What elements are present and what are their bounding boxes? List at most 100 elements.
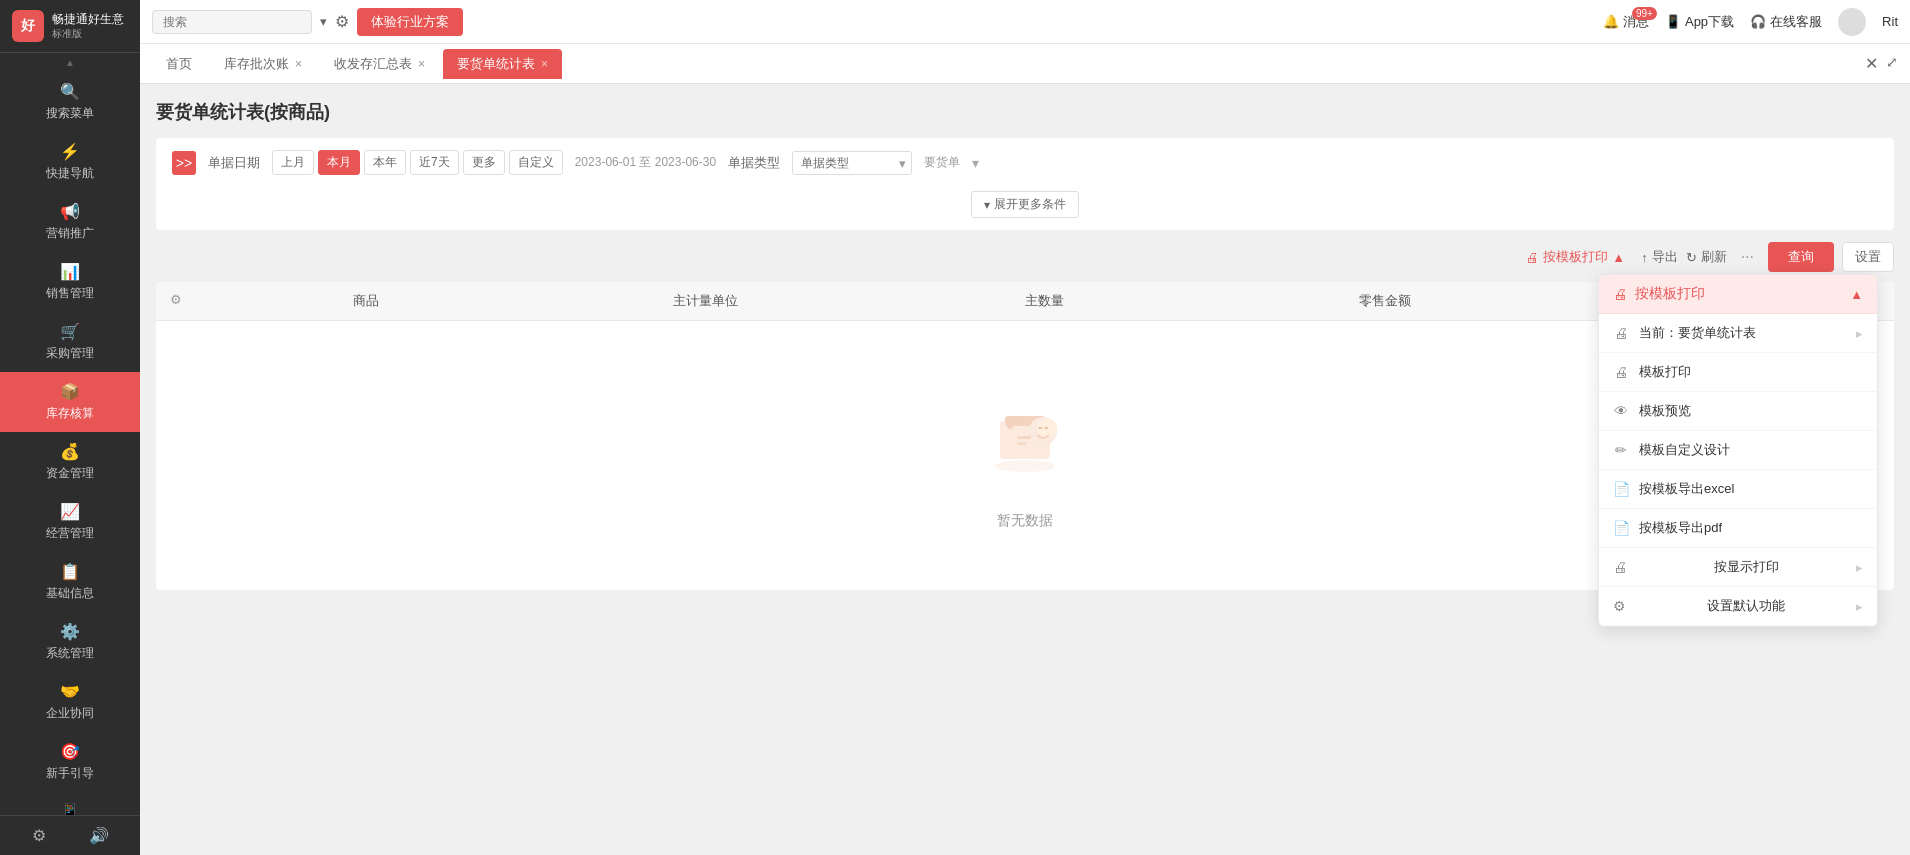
template-print-dropdown: 🖨 按模板打印 ▲ 🖨 当前：要货单统计表 ▸ 🖨 模板打印 👁 模板预览 [1598,274,1878,627]
sidebar-item-finance[interactable]: 💰 资金管理 [0,432,140,492]
template-print-button[interactable]: 🖨 按模板打印 ▲ [1518,243,1633,271]
tab-order-summary-close[interactable]: × [541,57,548,71]
sidebar-item-business[interactable]: 📈 经营管理 [0,492,140,552]
date-btn-7days[interactable]: 近7天 [410,150,459,175]
query-button[interactable]: 查询 [1768,242,1834,272]
date-btn-current[interactable]: 本月 [318,150,360,175]
scroll-up-arrow[interactable]: ▲ [65,57,75,68]
dropdown-default-func[interactable]: ⚙ 设置默认功能 ▸ [1599,587,1877,626]
tab-receipt-summary-close[interactable]: × [418,57,425,71]
dropdown-collapse-icon[interactable]: ▲ [1850,287,1863,302]
system-icon: ⚙️ [60,622,80,641]
th-unit: 主计量单位 [536,292,876,310]
guide-icon: 🎯 [60,742,80,761]
empty-illustration [975,381,1075,500]
default-func-arrow: ▸ [1856,599,1863,614]
tab-order-summary[interactable]: 要货单统计表 × [443,49,562,79]
tab-home[interactable]: 首页 [152,49,206,79]
expand-tab-button[interactable]: ⤢ [1886,54,1898,73]
inventory-icon: 📦 [60,382,80,401]
marketing-icon: 📢 [60,202,80,221]
sidebar-item-basic[interactable]: 📋 基础信息 [0,552,140,612]
purchase-icon: 🛒 [60,322,80,341]
close-all-tabs-button[interactable]: ✕ [1865,54,1878,73]
tab-inventory-batch[interactable]: 库存批次账 × [210,49,316,79]
template-design-icon: ✏ [1613,442,1629,458]
main-content: ▾ ⚙ 体验行业方案 🔔 消息 99+ 📱 App下载 🎧 在线客服 Rit 首… [140,0,1910,855]
svg-rect-5 [1017,436,1031,439]
dropdown-template-print[interactable]: 🖨 模板打印 [1599,353,1877,392]
type-select-wrap: 单据类型 [792,151,912,175]
sidebar-item-marketing[interactable]: 📢 营销推广 [0,192,140,252]
sales-icon: 📊 [60,262,80,281]
dropdown-template-preview[interactable]: 👁 模板预览 [1599,392,1877,431]
search-dropdown-icon[interactable]: ▾ [320,14,327,29]
svg-rect-6 [1017,442,1027,445]
dropdown-export-pdf[interactable]: 📄 按模板导出pdf [1599,509,1877,548]
column-settings-icon[interactable]: ⚙ [170,292,182,307]
app-download-button[interactable]: 📱 App下载 [1665,13,1734,31]
type-filter-label: 单据类型 [728,154,780,172]
user-avatar[interactable] [1838,8,1866,36]
export-pdf-icon: 📄 [1613,520,1629,536]
tab-receipt-summary[interactable]: 收发存汇总表 × [320,49,439,79]
sidebar-item-inventory[interactable]: 📦 库存核算 [0,372,140,432]
app-center-icon: 📱 [60,802,80,815]
finance-icon: 💰 [60,442,80,461]
settings-bottom-icon[interactable]: ⚙ [32,826,46,845]
sidebar-item-guide[interactable]: 🎯 新手引导 [0,732,140,792]
dropdown-current-template[interactable]: 🖨 当前：要货单统计表 ▸ [1599,314,1877,353]
dropdown-header: 🖨 按模板打印 ▲ [1599,275,1877,314]
dropdown-display-print[interactable]: 🖨 按显示打印 ▸ [1599,548,1877,587]
topbar-gear-icon[interactable]: ⚙ [335,12,349,31]
more-options-button[interactable]: ··· [1735,248,1760,266]
sidebar-item-search[interactable]: 🔍 搜索菜单 [0,72,140,132]
dropdown-template-design[interactable]: ✏ 模板自定义设计 [1599,431,1877,470]
date-btn-custom[interactable]: 自定义 [509,150,563,175]
type-select[interactable]: 单据类型 [792,151,912,175]
refresh-button[interactable]: ↻ 刷新 [1686,248,1727,266]
date-btn-more[interactable]: 更多 [463,150,505,175]
sidebar-item-collab[interactable]: 🤝 企业协同 [0,672,140,732]
refresh-icon: ↻ [1686,250,1697,265]
username-label[interactable]: Rit [1882,14,1898,29]
dropdown-printer-icon: 🖨 [1613,286,1627,302]
export-button[interactable]: ↑ 导出 [1641,248,1678,266]
printer-icon: 🖨 [1526,250,1539,265]
date-btn-year[interactable]: 本年 [364,150,406,175]
dropdown-export-excel[interactable]: 📄 按模板导出excel [1599,470,1877,509]
sidebar-item-purchase[interactable]: 🛒 采购管理 [0,312,140,372]
svg-point-7 [1007,423,1013,429]
th-settings[interactable]: ⚙ [156,292,196,310]
sidebar-item-sales[interactable]: 📊 销售管理 [0,252,140,312]
type-select-arrow[interactable]: ▾ [972,155,979,171]
basic-icon: 📋 [60,562,80,581]
service-button[interactable]: 🎧 在线客服 [1750,13,1822,31]
settings-button[interactable]: 设置 [1842,242,1894,272]
trial-button[interactable]: 体验行业方案 [357,8,463,36]
page-header: 要货单统计表(按商品) [156,100,1894,124]
sidebar-bottom: ⚙ 🔊 [0,815,140,855]
template-print-icon: 🖨 [1613,364,1629,380]
logo-text: 畅捷通好生意 标准版 [52,11,124,42]
search-input[interactable] [152,10,312,34]
collab-icon: 🤝 [60,682,80,701]
logo-icon: 好 [12,10,44,42]
notice-bell-icon: 🔔 [1603,14,1619,29]
sidebar-item-quick-nav[interactable]: ⚡ 快捷导航 [0,132,140,192]
audio-bottom-icon[interactable]: 🔊 [89,826,109,845]
export-icon: ↑ [1641,250,1648,265]
search-icon: 🔍 [60,82,80,101]
sidebar-item-system[interactable]: ⚙️ 系统管理 [0,612,140,672]
date-btn-prev[interactable]: 上月 [272,150,314,175]
sidebar-item-app-center[interactable]: 📱 应用中心 [0,792,140,815]
action-bar: 🖨 按模板打印 ▲ ↑ 导出 ↻ 刷新 ··· 查询 设置 🖨 按模板打印 [156,242,1894,272]
current-template-icon: 🖨 [1613,325,1629,341]
filter-expand-button[interactable]: >> [172,151,196,175]
tabbar-actions: ✕ ⤢ [1865,54,1898,73]
expand-more-button[interactable]: ▾ 展开更多条件 [971,191,1079,218]
empty-text: 暂无数据 [997,512,1053,530]
notice-button[interactable]: 🔔 消息 99+ [1603,13,1649,31]
display-print-icon: 🖨 [1613,559,1627,575]
tab-inventory-batch-close[interactable]: × [295,57,302,71]
